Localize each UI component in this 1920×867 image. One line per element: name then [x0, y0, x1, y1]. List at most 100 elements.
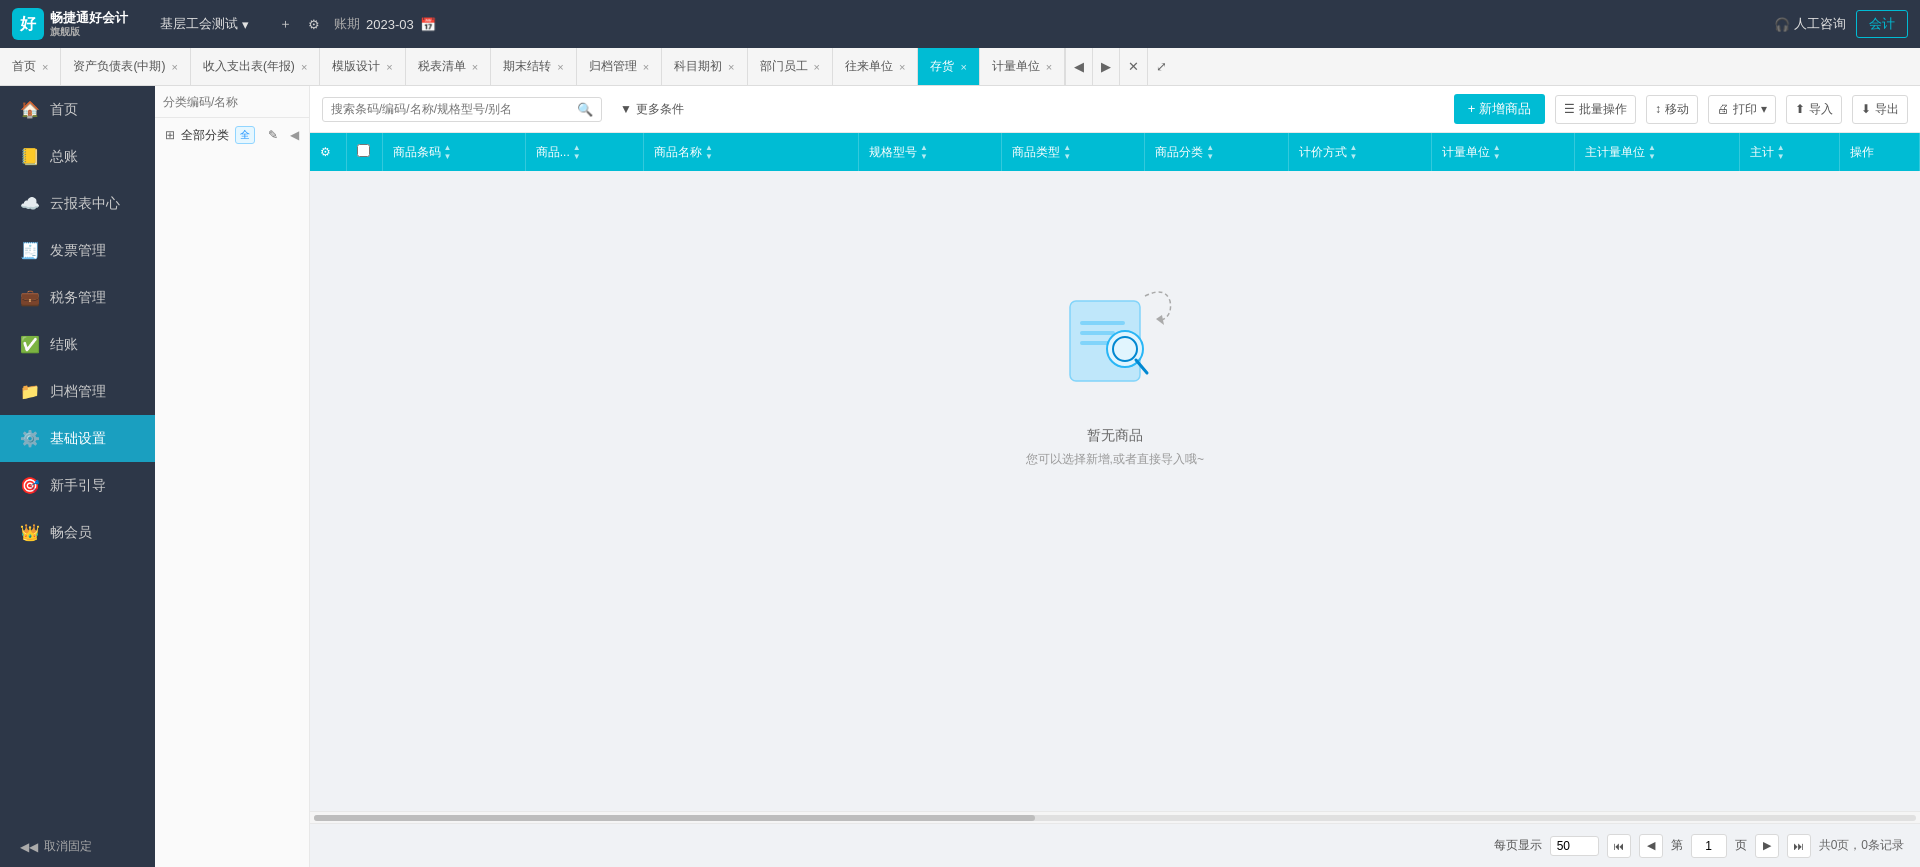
tab-archive[interactable]: 归档管理 ×: [577, 48, 662, 85]
sidebar-tax-label: 税务管理: [50, 289, 106, 307]
tab-unit[interactable]: 计量单位 ×: [980, 48, 1065, 85]
sort-arrows-name: ▲▼: [705, 143, 713, 161]
th-spec-label: 规格型号: [869, 144, 917, 161]
tab-expand-button[interactable]: ⤢: [1147, 48, 1175, 85]
right-panel: 🔍 ▼ 更多条件 + 新增商品 ☰ 批量操作 ↕ 移动: [310, 86, 1920, 867]
th-settings[interactable]: ⚙: [310, 133, 346, 171]
sidebar-item-tax[interactable]: 💼 税务管理: [0, 274, 155, 321]
th-main-unit[interactable]: 主计量单位 ▲▼: [1575, 133, 1740, 171]
tab-balance-sheet[interactable]: 资产负债表(中期) ×: [61, 48, 190, 85]
collapse-panel-button[interactable]: ◀: [290, 128, 299, 142]
tab-income-statement-close[interactable]: ×: [301, 61, 307, 73]
tab-department-close[interactable]: ×: [814, 61, 820, 73]
last-page-button[interactable]: ⏭: [1787, 834, 1811, 858]
svg-rect-3: [1080, 331, 1115, 335]
account-button[interactable]: 会计: [1856, 10, 1908, 38]
tab-inventory-label: 存货: [930, 58, 954, 75]
per-page-select[interactable]: 50 100 200: [1550, 836, 1599, 856]
category-search-bar: 🔍: [155, 86, 309, 118]
th-category[interactable]: 商品分类 ▲▼: [1145, 133, 1288, 171]
tab-prev-button[interactable]: ◀: [1065, 48, 1092, 85]
import-label: 导入: [1809, 101, 1833, 118]
th-main-count[interactable]: 主计 ▲▼: [1739, 133, 1839, 171]
settings-gear-icon: ⚙️: [20, 429, 40, 448]
product-search-icon[interactable]: 🔍: [577, 102, 593, 117]
consult-button[interactable]: 🎧 人工咨询: [1774, 15, 1846, 33]
sidebar-archive-label: 归档管理: [50, 383, 106, 401]
sidebar-item-ledger[interactable]: 📒 总账: [0, 133, 155, 180]
dropdown-arrow-icon: ▾: [242, 17, 249, 32]
th-name[interactable]: 商品名称 ▲▼: [643, 133, 858, 171]
tab-contacts-close[interactable]: ×: [899, 61, 905, 73]
tab-balance-sheet-close[interactable]: ×: [171, 61, 177, 73]
tab-tax-list-close[interactable]: ×: [472, 61, 478, 73]
sidebar-item-guide[interactable]: 🎯 新手引导: [0, 462, 155, 509]
sidebar-unpin-button[interactable]: ◀◀ 取消固定: [0, 826, 155, 867]
tab-period-carry-close[interactable]: ×: [557, 61, 563, 73]
sort-arrows-spec: ▲▼: [920, 143, 928, 161]
sort-arrows-barcode: ▲▼: [444, 143, 452, 161]
th-code[interactable]: 商品... ▲▼: [525, 133, 643, 171]
th-barcode[interactable]: 商品条码 ▲▼: [382, 133, 525, 171]
sidebar-guide-label: 新手引导: [50, 477, 106, 495]
sidebar-item-cloud-report[interactable]: ☁️ 云报表中心: [0, 180, 155, 227]
tab-archive-close[interactable]: ×: [643, 61, 649, 73]
tab-tax-list[interactable]: 税表清单 ×: [406, 48, 491, 85]
horizontal-scrollbar[interactable]: [310, 811, 1920, 823]
edit-category-icon[interactable]: ✎: [268, 128, 278, 142]
select-all-checkbox[interactable]: [357, 144, 370, 157]
tab-template-design[interactable]: 模版设计 ×: [320, 48, 405, 85]
add-tab-button[interactable]: ＋: [275, 11, 296, 37]
sidebar-item-settings[interactable]: ⚙️ 基础设置: [0, 415, 155, 462]
category-search-input[interactable]: [163, 95, 313, 109]
sidebar-member-label: 畅会员: [50, 524, 92, 542]
import-button[interactable]: ⬆ 导入: [1786, 95, 1842, 124]
company-selector[interactable]: 基层工会测试 ▾: [152, 11, 257, 37]
sidebar-item-closing[interactable]: ✅ 结账: [0, 321, 155, 368]
batch-operation-button[interactable]: ☰ 批量操作: [1555, 95, 1636, 124]
sidebar-item-home[interactable]: 🏠 首页: [0, 86, 155, 133]
th-price-method[interactable]: 计价方式 ▲▼: [1288, 133, 1431, 171]
tab-home[interactable]: 首页 ×: [0, 48, 61, 85]
tab-income-statement[interactable]: 收入支出表(年报) ×: [191, 48, 320, 85]
first-page-button[interactable]: ⏮: [1607, 834, 1631, 858]
print-button[interactable]: 🖨 打印 ▾: [1708, 95, 1776, 124]
tab-inventory-close[interactable]: ×: [960, 61, 966, 73]
all-categories-header[interactable]: ⊞ 全部分类 全 ✎ ◀: [155, 118, 309, 152]
calendar-icon[interactable]: 📅: [420, 17, 436, 32]
export-button[interactable]: ⬇ 导出: [1852, 95, 1908, 124]
empty-desc: 您可以选择新增,或者直接导入哦~: [1026, 451, 1204, 468]
next-page-button[interactable]: ▶: [1755, 834, 1779, 858]
sidebar-item-invoice[interactable]: 🧾 发票管理: [0, 227, 155, 274]
tab-bar: 首页 × 资产负债表(中期) × 收入支出表(年报) × 模版设计 × 税表清单…: [0, 48, 1920, 86]
tab-template-design-close[interactable]: ×: [386, 61, 392, 73]
settings-icon[interactable]: ⚙: [304, 13, 324, 36]
top-right: 🎧 人工咨询 会计: [1774, 10, 1908, 38]
product-search-input[interactable]: [331, 102, 571, 116]
th-type[interactable]: 商品类型 ▲▼: [1002, 133, 1145, 171]
add-product-button[interactable]: + 新增商品: [1454, 94, 1545, 124]
filter-button[interactable]: ▼ 更多条件: [612, 97, 692, 122]
th-checkbox[interactable]: [346, 133, 382, 171]
tab-close-all-button[interactable]: ✕: [1119, 48, 1147, 85]
tab-unit-label: 计量单位: [992, 58, 1040, 75]
scroll-thumb[interactable]: [314, 815, 1035, 821]
th-spec[interactable]: 规格型号 ▲▼: [858, 133, 1001, 171]
tab-home-close[interactable]: ×: [42, 61, 48, 73]
tab-subject-init[interactable]: 科目期初 ×: [662, 48, 747, 85]
tab-unit-close[interactable]: ×: [1046, 61, 1052, 73]
tab-period-carry[interactable]: 期末结转 ×: [491, 48, 576, 85]
column-settings-icon[interactable]: ⚙: [320, 145, 331, 159]
tab-subject-init-close[interactable]: ×: [728, 61, 734, 73]
tab-contacts[interactable]: 往来单位 ×: [833, 48, 918, 85]
sidebar-cloud-label: 云报表中心: [50, 195, 120, 213]
sidebar-item-archive[interactable]: 📁 归档管理: [0, 368, 155, 415]
tab-next-button[interactable]: ▶: [1092, 48, 1119, 85]
tab-department[interactable]: 部门员工 ×: [748, 48, 833, 85]
sidebar-item-member[interactable]: 👑 畅会员: [0, 509, 155, 556]
move-button[interactable]: ↕ 移动: [1646, 95, 1698, 124]
prev-page-button[interactable]: ◀: [1639, 834, 1663, 858]
th-unit[interactable]: 计量单位 ▲▼: [1431, 133, 1574, 171]
tab-inventory[interactable]: 存货 ×: [918, 48, 979, 85]
page-number-input[interactable]: [1691, 834, 1727, 858]
